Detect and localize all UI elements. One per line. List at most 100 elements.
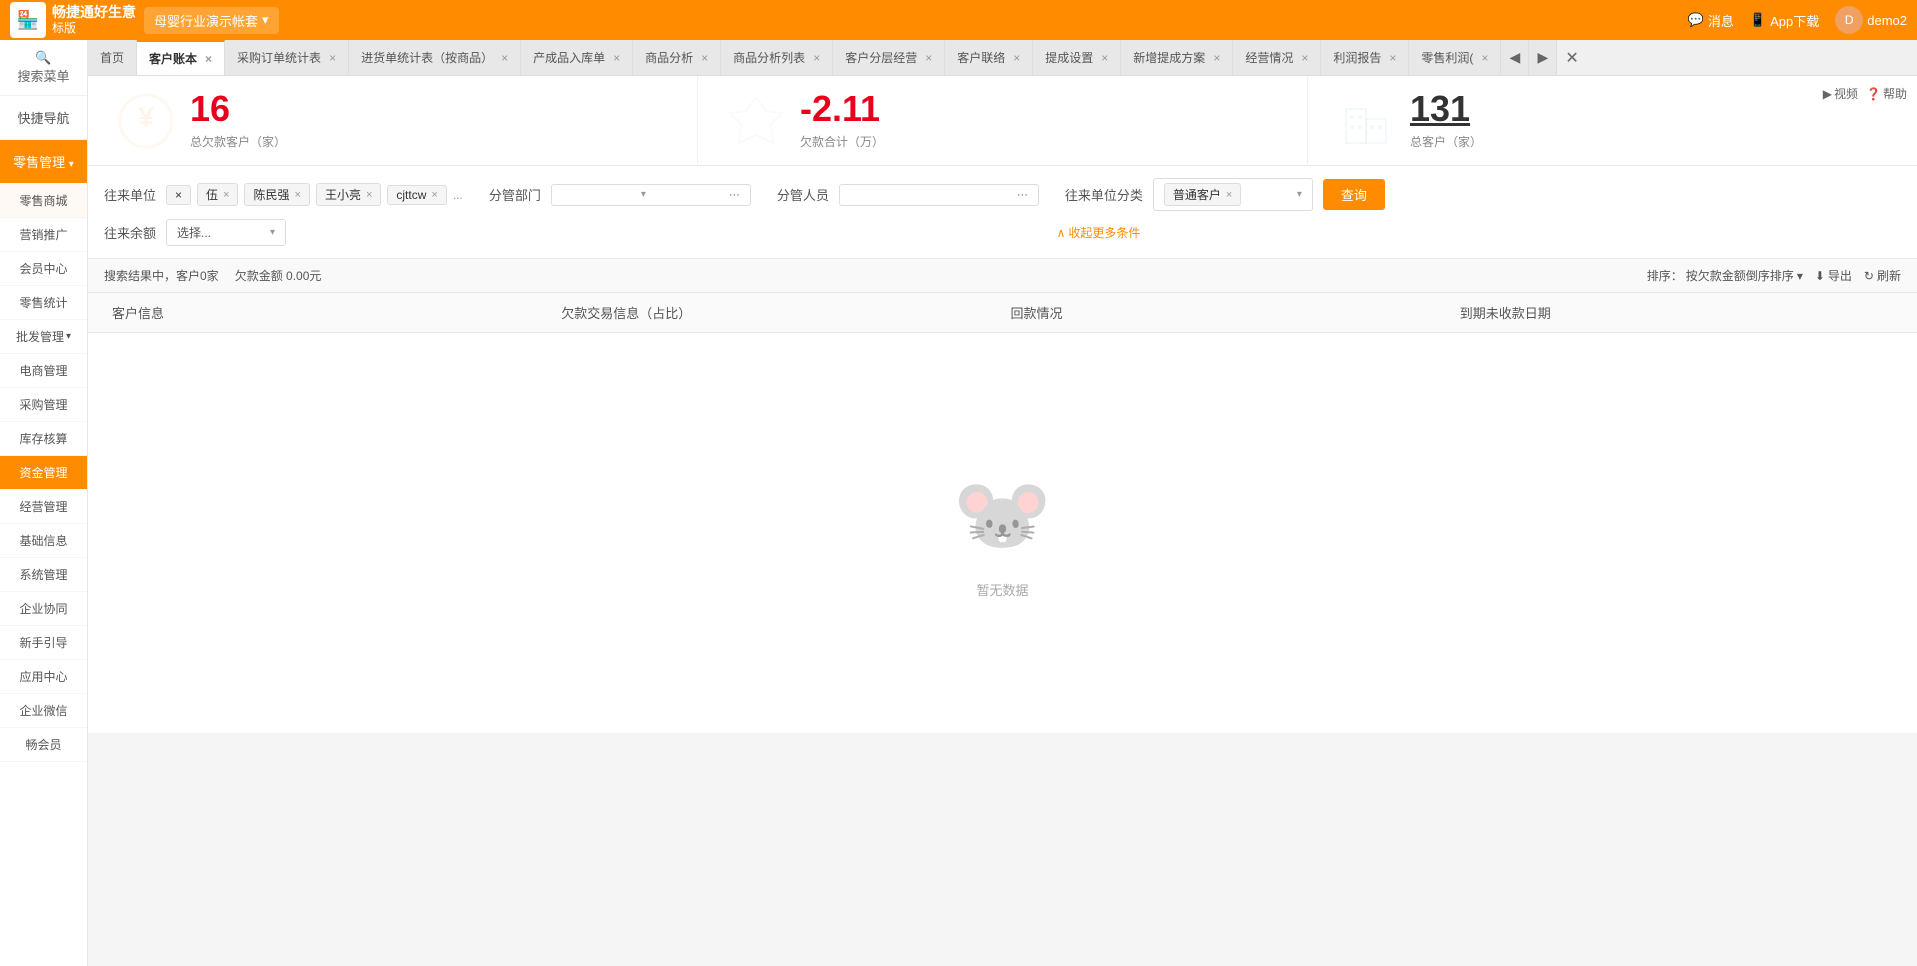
tab-customer-contact[interactable]: 客户联络 × <box>945 40 1033 76</box>
dept-select[interactable]: ▾ ··· <box>551 184 751 206</box>
collapse-label: 收起更多条件 <box>1068 224 1140 241</box>
tab-profit-report[interactable]: 利润报告 × <box>1321 40 1409 76</box>
app-download-item[interactable]: 📱 App下载 <box>1750 11 1819 30</box>
tab-next-btn[interactable]: ▶ <box>1529 40 1557 76</box>
sidebar-item-retail-mgmt[interactable]: 零售管理 ▾ <box>0 140 87 184</box>
export-button[interactable]: ⬇ 导出 <box>1815 267 1852 284</box>
remove-icon[interactable]: × <box>431 189 437 201</box>
sidebar-item-member[interactable]: 会员中心 <box>0 252 87 286</box>
top-bar-left: 🏪 畅捷通好生意 标版 母婴行业演示帐套 ▾ <box>10 2 279 38</box>
company-label: 往来单位 <box>104 185 156 204</box>
sidebar-item-retail-stats[interactable]: 零售统计 <box>0 286 87 320</box>
company-tag-cjttcw[interactable]: cjttcw × <box>387 185 446 205</box>
category-arrow-icon: ▾ <box>1297 189 1302 200</box>
tab-customer-account[interactable]: 客户账本 × <box>137 40 225 76</box>
sidebar-item-enterprise[interactable]: 企业协同 <box>0 592 87 626</box>
sidebar-item-batch-mgmt[interactable]: 批发管理 ▾ <box>0 320 87 354</box>
sort-button[interactable]: 排序： 按欠款金额倒序排序 ▾ <box>1647 267 1803 284</box>
close-icon[interactable]: × <box>613 51 620 65</box>
stat-label-debt-total: 欠款合计（万） <box>800 133 1277 150</box>
collapse-btn[interactable]: ∧ 收起更多条件 <box>1049 220 1149 245</box>
sidebar-item-label: 快捷导航 <box>17 111 69 126</box>
tab-prev-btn[interactable]: ◀ <box>1501 40 1529 76</box>
close-icon[interactable]: × <box>813 51 820 65</box>
tab-raise-settings[interactable]: 提成设置 × <box>1033 40 1121 76</box>
sidebar-item-app-center[interactable]: 应用中心 <box>0 660 87 694</box>
company-tag-all[interactable]: × <box>166 185 191 205</box>
close-icon[interactable]: × <box>329 51 336 65</box>
sidebar-item-sys-mgmt[interactable]: 系统管理 <box>0 558 87 592</box>
refresh-button[interactable]: ↻ 刷新 <box>1864 267 1901 284</box>
tab-label: 零售利润( <box>1421 49 1473 66</box>
close-icon[interactable]: × <box>205 52 212 66</box>
company-tag-wu[interactable]: 伍 × <box>197 183 238 206</box>
stat-number-total-customers: 131 <box>1410 91 1887 127</box>
sidebar-item-inventory[interactable]: 库存核算 <box>0 422 87 456</box>
close-icon[interactable]: × <box>1213 51 1220 65</box>
tab-cost-receipt[interactable]: 产成品入库单 × <box>521 40 633 76</box>
sidebar-item-vip[interactable]: 畅会员 <box>0 728 87 762</box>
tab-goods-analysis[interactable]: 商品分析 × <box>633 40 721 76</box>
sidebar-item-quick-nav[interactable]: 快捷导航 <box>0 96 87 140</box>
remove-icon[interactable]: × <box>366 189 372 201</box>
tab-home[interactable]: 首页 <box>88 40 137 76</box>
search-result-left: 搜索结果中，客户0家 欠款金额 0.00元 <box>104 267 321 284</box>
help-btn[interactable]: ❓ 帮助 <box>1866 85 1907 102</box>
stat-number-debt-total: -2.11 <box>800 91 1277 127</box>
tab-label: 商品分析列表 <box>733 49 805 66</box>
stat-icon-yuan: ¥ <box>118 93 174 149</box>
user-item[interactable]: D demo2 <box>1835 6 1907 34</box>
category-tag-normal[interactable]: 普通客户 × <box>1164 183 1241 206</box>
sidebar-item-ecommerce[interactable]: 电商管理 <box>0 354 87 388</box>
logo-main: 畅捷通好生意 <box>52 4 136 21</box>
message-icon: 💬 <box>1688 12 1704 28</box>
message-item[interactable]: 💬 消息 <box>1688 11 1734 30</box>
video-btn[interactable]: ▶ 视频 <box>1823 85 1858 102</box>
close-icon[interactable]: × <box>501 51 508 65</box>
user-name: demo2 <box>1867 13 1907 28</box>
stat-label-debt-customers: 总欠款客户（家） <box>190 133 667 150</box>
tab-goods-analysis-list[interactable]: 商品分析列表 × <box>721 40 833 76</box>
close-icon[interactable]: × <box>1389 51 1396 65</box>
close-icon[interactable]: × <box>1101 51 1108 65</box>
sidebar-item-purchase[interactable]: 采购管理 <box>0 388 87 422</box>
more-tags-btn[interactable]: ... <box>453 188 463 202</box>
tab-stock-stats[interactable]: 进货单统计表（按商品） × <box>349 40 521 76</box>
store-selector[interactable]: 母婴行业演示帐套 ▾ <box>144 7 279 34</box>
sidebar-item-basic-info[interactable]: 基础信息 <box>0 524 87 558</box>
tab-label: 首页 <box>100 49 124 66</box>
tab-purchase-order[interactable]: 采购订单统计表 × <box>225 40 349 76</box>
company-tag-chen[interactable]: 陈民强 × <box>244 183 309 206</box>
stats-row: ¥ 16 总欠款客户（家） -2. <box>88 76 1917 166</box>
tab-retail-profit[interactable]: 零售利润( × <box>1409 40 1501 76</box>
remove-icon[interactable]: × <box>223 189 229 201</box>
sidebar-item-wechat[interactable]: 企业微信 <box>0 694 87 728</box>
remove-icon[interactable]: × <box>295 189 301 201</box>
sidebar-search[interactable]: 🔍 搜索菜单 <box>0 40 87 96</box>
col-customer-info: 客户信息 <box>104 303 553 322</box>
tab-add-plan[interactable]: 新增提成方案 × <box>1121 40 1233 76</box>
sidebar-item-retail-mall[interactable]: 零售商城 <box>0 184 87 218</box>
tab-customer-segment[interactable]: 客户分层经营 × <box>833 40 945 76</box>
query-button[interactable]: 查询 <box>1323 179 1385 210</box>
tab-operations[interactable]: 经营情况 × <box>1233 40 1321 76</box>
sidebar-item-guide[interactable]: 新手引导 <box>0 626 87 660</box>
close-icon[interactable]: × <box>1013 51 1020 65</box>
close-icon[interactable]: × <box>925 51 932 65</box>
balance-select[interactable]: 选择... ▾ <box>166 219 286 246</box>
sidebar-item-operations[interactable]: 经营管理 <box>0 490 87 524</box>
company-tag-wang[interactable]: 王小亮 × <box>316 183 381 206</box>
remove-icon[interactable]: × <box>1226 189 1232 201</box>
category-select[interactable]: 普通客户 × ▾ <box>1153 178 1313 211</box>
close-icon[interactable]: × <box>1301 51 1308 65</box>
logo-text: 畅捷通好生意 标版 <box>52 4 136 35</box>
sidebar-item-marketing[interactable]: 营销推广 <box>0 218 87 252</box>
close-icon[interactable]: × <box>1481 51 1488 65</box>
sort-label: 按欠款金额倒序排序 <box>1686 267 1794 284</box>
col-repayment: 回款情况 <box>1003 303 1452 322</box>
person-select[interactable]: ··· <box>839 184 1039 206</box>
close-icon[interactable]: × <box>701 51 708 65</box>
tab-label: 产成品入库单 <box>533 49 605 66</box>
sidebar-item-finance[interactable]: 资金管理 <box>0 456 87 490</box>
tab-close-all-btn[interactable]: ✕ <box>1557 40 1586 76</box>
